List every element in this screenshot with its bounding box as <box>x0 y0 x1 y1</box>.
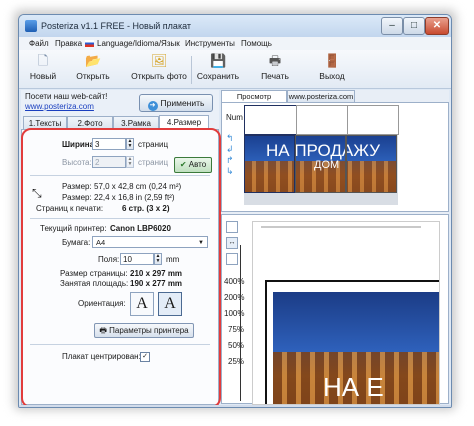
exit-door-icon: 🚪 <box>324 53 341 68</box>
print-button[interactable]: 🖶 Печать <box>257 52 293 86</box>
tab-website-label: www.posteriza.com <box>288 92 354 101</box>
page-poster-text: НА Е <box>323 372 384 402</box>
zoom-level-400[interactable]: 400% <box>224 277 244 286</box>
apply-button[interactable]: ➜ Применить <box>139 94 213 112</box>
status-bar <box>19 405 451 407</box>
zoom-level-200[interactable]: 200% <box>224 293 244 302</box>
tab-photo-label: 2.Фото <box>77 119 103 128</box>
save-label: Сохранить <box>196 71 240 81</box>
page-cell <box>295 135 346 193</box>
zoom-level-25[interactable]: 25% <box>228 357 244 366</box>
maximize-button[interactable]: □ <box>403 17 425 35</box>
title-bar[interactable]: Posteriza v1.1 FREE - Новый плакат – □ ✕ <box>19 15 451 37</box>
minimize-button[interactable]: – <box>381 17 403 35</box>
print-label: Печать <box>261 71 289 81</box>
exit-button[interactable]: 🚪 Выход <box>315 52 349 86</box>
poster-preview: Num ↰ ↲ ↱ ↳ НА ПРОДАЖУ ДОМ <box>221 102 449 212</box>
menu-language[interactable]: Language/Idioma/Язык <box>97 39 180 48</box>
menu-bar: Файл Правка Language/Idioma/Язык Инструм… <box>19 37 451 50</box>
zoom-scale-line <box>240 245 241 401</box>
apply-label: Применить <box>160 98 205 108</box>
menu-file[interactable]: Файл <box>29 39 49 48</box>
page-cell <box>244 135 295 193</box>
fit-icon[interactable]: ↔ <box>226 237 238 249</box>
zoom-level-100[interactable]: 100% <box>224 309 244 318</box>
new-document-icon: 🗋 <box>37 53 49 68</box>
app-window: Posteriza v1.1 FREE - Новый плакат – □ ✕… <box>18 14 452 408</box>
right-panel: Просмотр Плаката www.posteriza.com Num ↰… <box>221 90 449 405</box>
zoom-tool-button[interactable] <box>226 221 238 233</box>
folder-icon: 📂 <box>85 53 102 68</box>
zoom-level-50[interactable]: 50% <box>228 341 244 350</box>
tab-frame-label: 3.Рамка <box>121 119 151 128</box>
open-photo-label: Открыть фото <box>131 71 187 81</box>
flag-icon <box>85 40 94 47</box>
promo-block: Посети наш web-сайт! www.posteriza.com <box>25 92 107 112</box>
highlight-frame <box>21 128 221 407</box>
tab-texts-label: 1.Тексты <box>28 119 62 128</box>
photo-folder-icon: 🖼 <box>151 53 168 68</box>
arrow-icons: ↰ ↲ ↱ ↳ <box>226 133 234 176</box>
arrow-right-icon: ➜ <box>147 101 158 111</box>
toolbar-separator <box>191 56 192 84</box>
open-label: Открыть <box>76 71 110 81</box>
open-photo-button[interactable]: 🖼 Открыть фото <box>131 52 187 86</box>
zoom-level-75[interactable]: 75% <box>228 325 244 334</box>
new-label: Новый <box>29 71 57 81</box>
window-title: Posteriza v1.1 FREE - Новый плакат <box>41 21 192 31</box>
menu-edit[interactable]: Правка <box>55 39 82 48</box>
page-cell <box>244 105 297 135</box>
menu-tools[interactable]: Инструменты <box>185 39 235 48</box>
page-cell <box>346 135 397 193</box>
website-link[interactable]: www.posteriza.com <box>25 102 94 111</box>
save-icon: 💾 <box>210 53 227 68</box>
save-button[interactable]: 💾 Сохранить <box>195 52 241 86</box>
close-button[interactable]: ✕ <box>425 17 449 35</box>
open-button[interactable]: 📂 Открыть <box>73 52 113 86</box>
left-panel: Посети наш web-сайт! www.posteriza.com ➜… <box>21 90 221 407</box>
page-header-line <box>261 226 421 228</box>
page-cell <box>347 105 399 135</box>
toolbar: 🗋 Новый 📂 Открыть 🖼 Открыть фото 💾 Сохра… <box>19 50 451 89</box>
zoom-out-button[interactable] <box>226 253 238 265</box>
promo-text: Посети наш web-сайт! <box>25 92 108 101</box>
menu-help[interactable]: Помощь <box>241 39 272 48</box>
tab-size-label: 4.Размер <box>166 118 202 127</box>
exit-label: Выход <box>319 71 345 81</box>
app-icon <box>25 20 37 32</box>
page-sheet: НА Е <box>252 221 440 405</box>
page-preview: ↔ 400% 200% 100% 75% 50% 25% НА Е <box>221 214 449 405</box>
page-cell <box>296 105 348 135</box>
printer-icon: 🖶 <box>268 53 282 68</box>
num-label: Num <box>226 113 243 122</box>
new-button[interactable]: 🗋 Новый <box>27 52 59 86</box>
poster-canvas: НА ПРОДАЖУ ДОМ <box>244 105 399 205</box>
